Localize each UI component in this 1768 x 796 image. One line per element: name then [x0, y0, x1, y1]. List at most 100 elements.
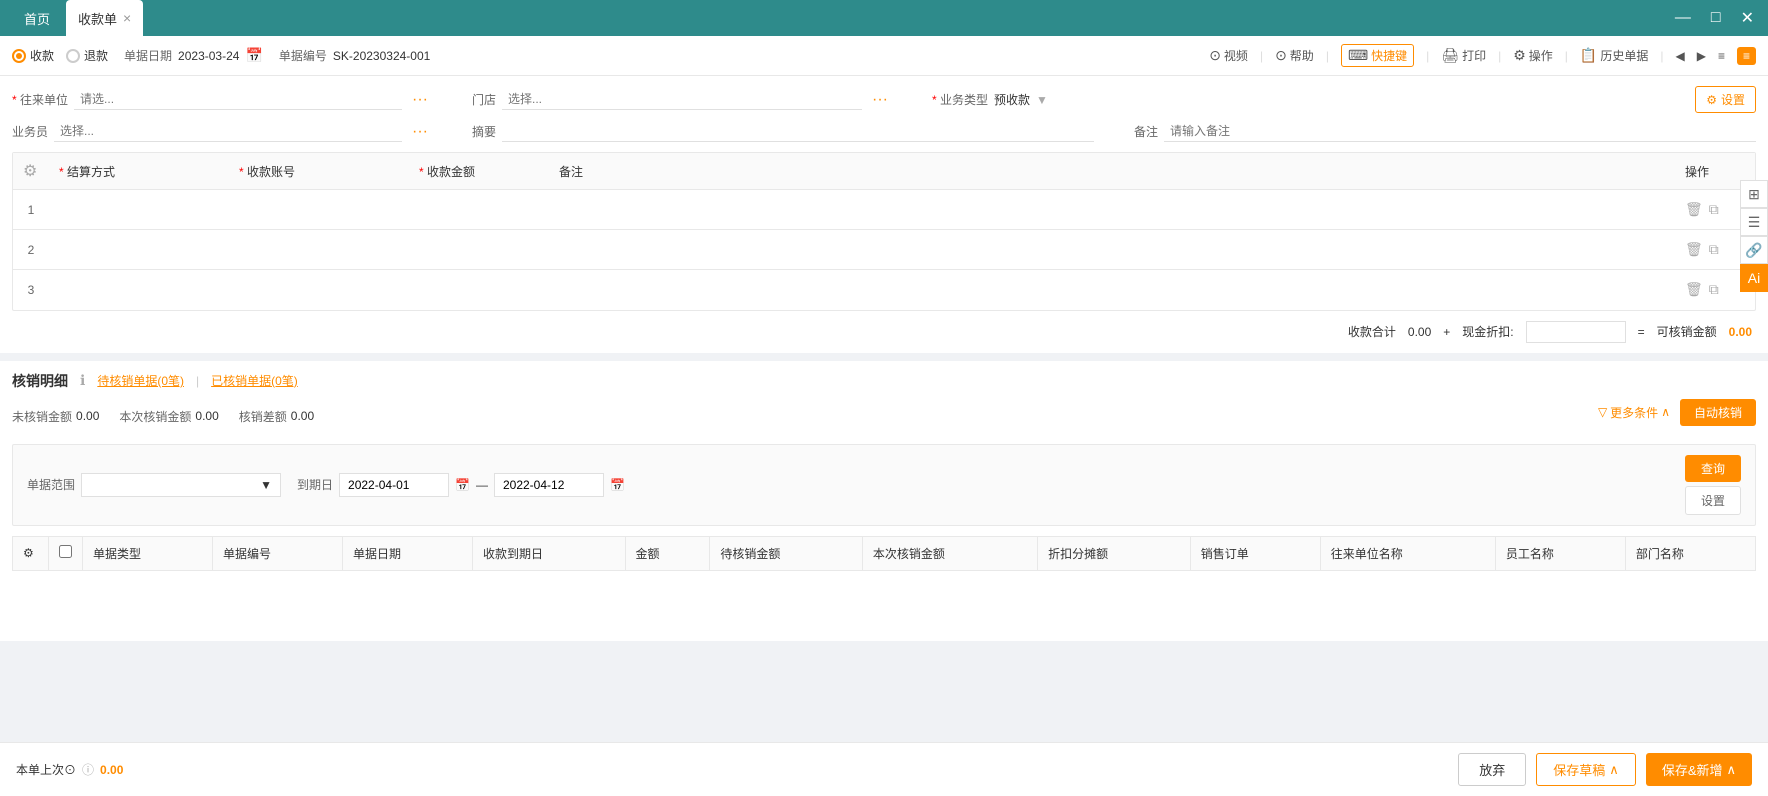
discount-input[interactable] — [1526, 321, 1626, 343]
abandon-button[interactable]: 放弃 — [1458, 753, 1526, 786]
summary-input[interactable] — [502, 121, 1094, 142]
help-action[interactable]: ⊙ 帮助 — [1275, 47, 1314, 64]
salesperson-more-icon[interactable]: ··· — [408, 123, 432, 141]
arrow-left[interactable]: ◀ — [1676, 49, 1685, 63]
arrow-right[interactable]: ▶ — [1697, 49, 1706, 63]
radio-receipt-label: 收款 — [30, 47, 54, 64]
shortcut-icon: ⌨ — [1348, 47, 1368, 64]
copy-icon-2[interactable]: ⧉ — [1709, 241, 1719, 258]
store-input[interactable] — [502, 89, 862, 110]
query-button[interactable]: 查询 — [1685, 455, 1741, 482]
row-1-amount[interactable] — [409, 190, 549, 230]
current-value: 0.00 — [195, 409, 218, 423]
video-action[interactable]: ⊙ 视频 — [1209, 47, 1248, 64]
delete-icon-2[interactable]: 🗑 — [1685, 241, 1703, 258]
delete-icon-1[interactable]: 🗑 — [1685, 201, 1703, 218]
hexiao-pending-tab[interactable]: 待核销单据(0笔) — [97, 372, 184, 389]
summary-field: 摘要 — [472, 121, 1094, 142]
sidebar-ai-icon[interactable]: Ai — [1740, 264, 1768, 292]
row-2-remark[interactable] — [549, 230, 1675, 270]
row-3-amount[interactable] — [409, 270, 549, 310]
table-row: 1 🗑 ⧉ — [13, 190, 1755, 230]
counterpart-more-icon[interactable]: ··· — [408, 91, 432, 109]
auto-hexiao-button[interactable]: 自动核销 — [1680, 399, 1756, 426]
help-label: 帮助 — [1290, 47, 1314, 64]
salesperson-input[interactable] — [54, 121, 402, 142]
sidebar-table-icon[interactable]: ⊞ — [1740, 180, 1768, 208]
tab-active[interactable]: 收款单 × — [66, 0, 143, 36]
row-3-remark[interactable] — [549, 270, 1675, 310]
col-amount-header: 收款金额 — [409, 153, 549, 190]
print-action[interactable]: 🖨 打印 — [1441, 47, 1486, 64]
store-more-icon[interactable]: ··· — [868, 91, 892, 109]
diff-stat: 核销差额 0.00 — [239, 408, 314, 425]
menu-icon[interactable]: ≡ — [1718, 49, 1725, 63]
row-1-remark[interactable] — [549, 190, 1675, 230]
orange-menu-icon[interactable]: ≡ — [1737, 47, 1756, 65]
shortcut-action[interactable]: ⌨ 快捷键 — [1341, 44, 1414, 67]
copy-icon-3[interactable]: ⧉ — [1709, 281, 1719, 298]
hexiao-done-tab[interactable]: 已核销单据(0笔) — [211, 372, 298, 389]
btcol-settings[interactable]: ⚙ — [13, 536, 49, 570]
draft-button[interactable]: 保存草稿 ∧ — [1536, 753, 1636, 786]
row-1-account[interactable] — [229, 190, 409, 230]
history-action[interactable]: 📋 历史单据 — [1580, 47, 1648, 64]
select-all-checkbox[interactable] — [59, 545, 72, 558]
date-value: 2023-03-24 — [178, 49, 239, 63]
due-date-from-input[interactable] — [339, 473, 449, 497]
counterpart-input[interactable] — [74, 89, 402, 110]
col-settings-header[interactable]: ⚙ — [13, 153, 49, 190]
due-date-to-input[interactable] — [494, 473, 604, 497]
hexiao-settings-button[interactable]: 设置 — [1685, 486, 1741, 515]
delete-icon-3[interactable]: 🗑 — [1685, 281, 1703, 298]
sidebar-list-icon[interactable]: ☰ — [1740, 208, 1768, 236]
calendar-from-icon[interactable]: 📅 — [455, 478, 470, 492]
row-2-account[interactable] — [229, 230, 409, 270]
row-3-settlement[interactable] — [49, 270, 229, 310]
close-button[interactable]: ✕ — [1735, 6, 1760, 30]
radio-refund[interactable]: 退款 — [66, 47, 108, 64]
radio-receipt[interactable]: 收款 — [12, 47, 54, 64]
window-controls: — □ ✕ — [1669, 6, 1760, 30]
table-gear-icon[interactable]: ⚙ — [23, 163, 37, 180]
row-2-amount[interactable] — [409, 230, 549, 270]
salesperson-field: 业务员 ··· — [12, 121, 432, 142]
maximize-button[interactable]: □ — [1705, 7, 1727, 29]
save-new-label: 保存&新增 — [1662, 760, 1723, 779]
tab-home[interactable]: 首页 — [8, 0, 66, 36]
more-conditions-btn[interactable]: ▽ 更多条件 ∧ — [1598, 404, 1670, 421]
video-label: 视频 — [1224, 47, 1248, 64]
row-1-settlement[interactable] — [49, 190, 229, 230]
hexiao-info-icon[interactable]: ℹ — [80, 372, 85, 389]
remark-input[interactable] — [1164, 121, 1756, 142]
row-2-settlement[interactable] — [49, 230, 229, 270]
chevron-up-icon: ∧ — [1661, 405, 1670, 419]
uncancelled-value: 0.00 — [76, 409, 99, 423]
calendar-to-icon[interactable]: 📅 — [610, 478, 625, 492]
footer: 本单上次⊙ ⓘ 0.00 放弃 保存草稿 ∧ 保存&新增 ∧ — [0, 742, 1768, 796]
filter-icon: ▽ — [1598, 405, 1607, 419]
info-icon[interactable]: ⓘ — [82, 761, 94, 778]
row-3-account[interactable] — [229, 270, 409, 310]
table-row: 3 🗑 ⧉ — [13, 270, 1755, 310]
save-new-button[interactable]: 保存&新增 ∧ — [1646, 753, 1752, 786]
calendar-icon[interactable]: 📅 — [245, 47, 262, 64]
minimize-button[interactable]: — — [1669, 7, 1697, 29]
available-label: 可核销金额 — [1657, 323, 1717, 340]
btcol-checkbox[interactable] — [49, 536, 83, 570]
settings-button[interactable]: ⚙ 设置 — [1695, 86, 1756, 113]
sidebar-link-icon[interactable]: 🔗 — [1740, 236, 1768, 264]
right-sidebar: ⊞ ☰ 🔗 Ai — [1740, 180, 1768, 292]
sep3: | — [1426, 49, 1429, 63]
date-range-select[interactable]: ▼ — [81, 473, 281, 497]
operation-action[interactable]: ⚙ 操作 — [1513, 47, 1553, 64]
business-type-label: 业务类型 — [932, 91, 988, 108]
tab-close-icon[interactable]: × — [123, 10, 131, 26]
business-type-arrow-icon[interactable]: ▼ — [1036, 93, 1048, 107]
copy-icon-1[interactable]: ⧉ — [1709, 201, 1719, 218]
hexiao-header: 核销明细 ℹ 待核销单据(0笔) | 已核销单据(0笔) — [12, 371, 1756, 391]
row-num-1: 1 — [13, 190, 49, 230]
current-label: 本次核销金额 — [119, 408, 191, 425]
history-label: 历史单据 — [1600, 47, 1648, 64]
radio-refund-label: 退款 — [84, 47, 108, 64]
